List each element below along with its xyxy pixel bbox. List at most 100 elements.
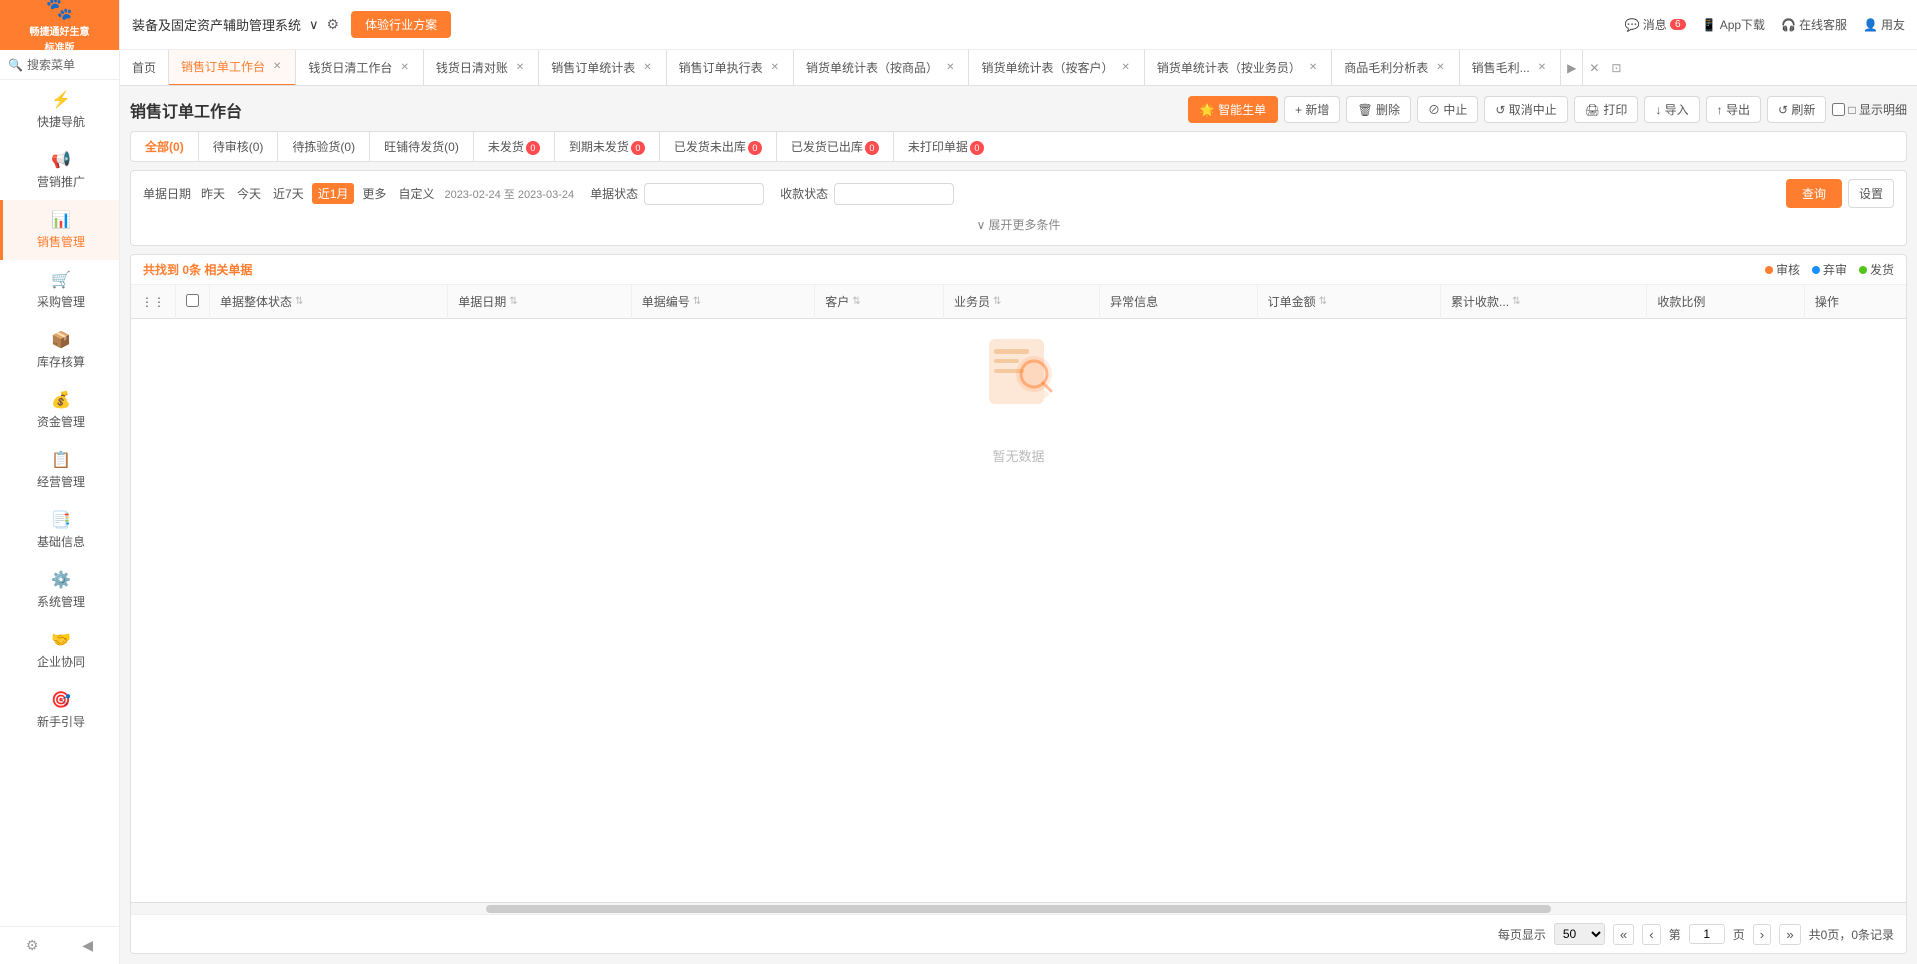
quick-review[interactable]: 审核 bbox=[1765, 261, 1800, 278]
user-btn[interactable]: 👤 用友 bbox=[1863, 16, 1905, 33]
quick-cancel-review[interactable]: 弃审 bbox=[1812, 261, 1847, 278]
last-page-btn[interactable]: » bbox=[1779, 924, 1800, 945]
date-opt-more[interactable]: 更多 bbox=[358, 183, 390, 204]
tab-sales-stat-staff[interactable]: 销货单统计表（按业务员） ✕ bbox=[1145, 50, 1332, 86]
print-btn[interactable]: 🖨 打印 bbox=[1574, 96, 1639, 123]
sidebar-item-quick[interactable]: ⚡ 快捷导航 bbox=[0, 80, 119, 140]
col-collected[interactable]: 累计收款... bbox=[1441, 285, 1647, 319]
stop-btn[interactable]: ⊘ 中止 bbox=[1417, 96, 1478, 123]
filter-tab-inspect[interactable]: 待拣验货(0) bbox=[278, 132, 370, 161]
add-btn[interactable]: + 新增 bbox=[1284, 96, 1340, 123]
date-opt-1month[interactable]: 近1月 bbox=[312, 183, 355, 204]
online-service-btn[interactable]: 🎧 在线客服 bbox=[1781, 16, 1847, 33]
import-btn[interactable]: ↓ 导入 bbox=[1644, 96, 1699, 123]
date-opt-yesterday[interactable]: 昨天 bbox=[197, 183, 229, 204]
filter-tab-not-shipped[interactable]: 未发货0 bbox=[474, 132, 555, 161]
tab-close-all[interactable]: ✕ bbox=[1583, 50, 1605, 86]
tab-close-icon[interactable]: ✕ bbox=[944, 62, 956, 73]
filter-tab-all[interactable]: 全部(0) bbox=[131, 132, 199, 161]
app-download-btn[interactable]: 📱 App下载 bbox=[1702, 16, 1765, 33]
filter-tab-not-printed[interactable]: 未打印单据0 bbox=[894, 132, 998, 161]
col-staff[interactable]: 业务员 bbox=[943, 285, 1099, 319]
tab-sales-stats[interactable]: 销售订单统计表 ✕ bbox=[539, 50, 666, 86]
tab-sales-stat-product[interactable]: 销货单统计表（按商品） ✕ bbox=[794, 50, 969, 86]
sidebar-item-sales[interactable]: 📊 销售管理 bbox=[0, 200, 119, 260]
tab-cash-account[interactable]: 钱货日清对账 ✕ bbox=[424, 50, 539, 86]
filter-tab-overdue[interactable]: 到期未发货0 bbox=[555, 132, 660, 161]
prev-page-btn[interactable]: ‹ bbox=[1642, 924, 1660, 945]
tab-product-margin[interactable]: 商品毛利分析表 ✕ bbox=[1332, 50, 1459, 86]
status-select[interactable] bbox=[644, 183, 764, 205]
tab-close-icon[interactable]: ✕ bbox=[1536, 62, 1548, 73]
page-input[interactable]: 1 bbox=[1689, 924, 1725, 944]
col-abnormal: 异常信息 bbox=[1100, 285, 1258, 319]
select-all-checkbox[interactable] bbox=[186, 294, 199, 307]
filter-tab-shipped-not-out[interactable]: 已发货未出库0 bbox=[660, 132, 777, 161]
settings-icon[interactable]: ⚙ bbox=[26, 937, 39, 954]
tab-sales-exec[interactable]: 销售订单执行表 ✕ bbox=[667, 50, 794, 86]
first-page-btn[interactable]: « bbox=[1613, 924, 1634, 945]
filter-tab-shipped-out[interactable]: 已发货已出库0 bbox=[777, 132, 894, 161]
col-date[interactable]: 单据日期 bbox=[448, 285, 631, 319]
tab-close-icon[interactable]: ✕ bbox=[514, 62, 526, 73]
tab-scroll-right[interactable]: ▶ bbox=[1561, 50, 1583, 86]
filter-tab-pending[interactable]: 待审核(0) bbox=[199, 132, 279, 161]
sidebar-item-marketing[interactable]: 📢 营销推广 bbox=[0, 140, 119, 200]
per-page-select[interactable]: 50 100 200 bbox=[1554, 923, 1605, 945]
next-page-btn[interactable]: › bbox=[1753, 924, 1771, 945]
tab-close-icon[interactable]: ✕ bbox=[271, 61, 283, 72]
tab-cash-daily[interactable]: 钱货日清工作台 ✕ bbox=[296, 50, 423, 86]
message-btn[interactable]: 💬 消息 6 bbox=[1625, 16, 1686, 33]
basic-icon: 📑 bbox=[51, 510, 71, 530]
col-number[interactable]: 单据编号 bbox=[631, 285, 814, 319]
sidebar-item-system[interactable]: ⚙️ 系统管理 bbox=[0, 560, 119, 620]
quick-ship[interactable]: 发货 bbox=[1859, 261, 1894, 278]
expand-more-btn[interactable]: ∨ 展开更多条件 bbox=[973, 212, 1065, 237]
sidebar-item-finance[interactable]: 💰 资金管理 bbox=[0, 380, 119, 440]
tab-sales-gross[interactable]: 销售毛利... ✕ bbox=[1460, 50, 1561, 86]
customer-col-header: 客户 bbox=[825, 293, 933, 310]
show-detail-checkbox[interactable] bbox=[1832, 103, 1845, 116]
sidebar-search[interactable]: 🔍 搜索菜单 bbox=[0, 50, 119, 80]
settings-filter-btn[interactable]: 设置 bbox=[1848, 179, 1894, 208]
sidebar-item-enterprise[interactable]: 🤝 企业协同 bbox=[0, 620, 119, 680]
date-opt-custom[interactable]: 自定义 bbox=[394, 183, 438, 204]
tab-close-icon[interactable]: ✕ bbox=[1307, 62, 1319, 73]
sidebar-item-operations[interactable]: 📋 经营管理 bbox=[0, 440, 119, 500]
sidebar-item-basic[interactable]: 📑 基础信息 bbox=[0, 500, 119, 560]
tab-sales-stat-customer[interactable]: 销货单统计表（按客户） ✕ bbox=[969, 50, 1144, 86]
staff-col-header: 业务员 bbox=[954, 293, 1089, 310]
smart-btn[interactable]: 🌟 智能生单 bbox=[1188, 96, 1278, 123]
delete-btn[interactable]: 🗑 删除 bbox=[1346, 96, 1411, 123]
show-detail-label[interactable]: □ 显示明细 bbox=[1832, 101, 1907, 118]
sidebar-item-inventory[interactable]: 📦 库存核算 bbox=[0, 320, 119, 380]
refresh-btn[interactable]: ↺ 刷新 bbox=[1767, 96, 1826, 123]
industry-btn[interactable]: 体验行业方案 bbox=[351, 11, 451, 38]
tab-close-icon[interactable]: ✕ bbox=[398, 62, 410, 73]
topbar-gear-icon[interactable]: ⚙ bbox=[327, 16, 340, 33]
tab-close-icon[interactable]: ✕ bbox=[1119, 62, 1131, 73]
collapse-icon[interactable]: ◀ bbox=[82, 937, 93, 954]
tab-sales-workbench[interactable]: 销售订单工作台 ✕ bbox=[169, 50, 296, 86]
tab-close-icon[interactable]: ✕ bbox=[1434, 62, 1446, 73]
tab-close-icon[interactable]: ✕ bbox=[641, 62, 653, 73]
tab-home[interactable]: 首页 bbox=[120, 50, 169, 86]
col-check[interactable] bbox=[176, 285, 210, 319]
tab-close-icon[interactable]: ✕ bbox=[769, 62, 781, 73]
cancel-stop-btn[interactable]: ↺ 取消中止 bbox=[1484, 96, 1567, 123]
col-customer[interactable]: 客户 bbox=[815, 285, 944, 319]
date-opt-today[interactable]: 今天 bbox=[233, 183, 265, 204]
col-amount[interactable]: 订单金额 bbox=[1257, 285, 1440, 319]
sidebar-bottom: ⚙ ◀ bbox=[0, 926, 119, 964]
horizontal-scrollbar[interactable] bbox=[131, 902, 1906, 914]
scrollbar-thumb[interactable] bbox=[486, 905, 1551, 913]
col-status[interactable]: 单据整体状态 bbox=[210, 285, 448, 319]
filter-tab-wangpu[interactable]: 旺铺待发货(0) bbox=[370, 132, 474, 161]
sidebar-item-purchase[interactable]: 🛒 采购管理 bbox=[0, 260, 119, 320]
date-opt-7days[interactable]: 近7天 bbox=[269, 183, 308, 204]
query-btn[interactable]: 查询 bbox=[1786, 179, 1842, 208]
tab-expand[interactable]: ⊡ bbox=[1605, 50, 1627, 86]
sidebar-item-guide[interactable]: 🎯 新手引导 bbox=[0, 680, 119, 740]
payment-select[interactable] bbox=[834, 183, 954, 205]
export-btn[interactable]: ↑ 导出 bbox=[1706, 96, 1761, 123]
